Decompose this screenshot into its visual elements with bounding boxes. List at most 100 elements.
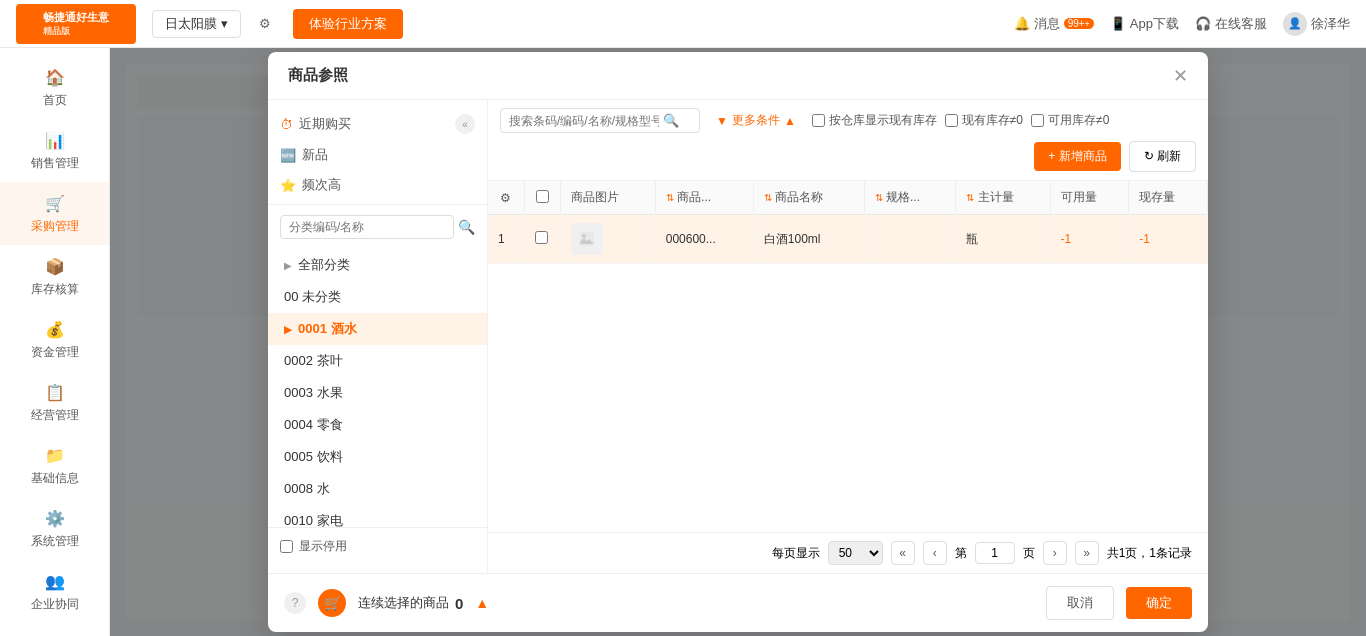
help-btn[interactable]: ? — [284, 592, 306, 614]
recent-purchase-nav[interactable]: ⏱ 近期购买 « — [268, 108, 487, 140]
sidebar-item-finance[interactable]: 💰 资金管理 — [0, 308, 109, 371]
divider — [268, 204, 487, 205]
sidebar-item-label: 系统管理 — [31, 533, 79, 550]
total-info: 共1页，1条记录 — [1107, 545, 1192, 562]
page-size-select[interactable]: 50 100 200 — [828, 541, 883, 565]
category-0010[interactable]: 0010 家电 — [268, 505, 487, 527]
selected-count-section: 连续选择的商品 0 — [358, 594, 463, 612]
td-unit: 瓶 — [956, 215, 1050, 264]
collapse-footer-btn[interactable]: ▲ — [475, 595, 489, 611]
sidebar-item-system[interactable]: ⚙️ 系统管理 — [0, 497, 109, 560]
modal-header: 商品参照 ✕ — [268, 52, 1208, 100]
selected-count-badge: 0 — [455, 595, 463, 612]
category-search-icon[interactable]: 🔍 — [458, 219, 475, 235]
search-icon[interactable]: 🔍 — [663, 113, 679, 128]
display-stopped-section: 显示停用 — [268, 527, 487, 565]
modal-overlay: 商品参照 ✕ ⏱ 近期购买 « 🆕 新品 — [110, 48, 1366, 636]
td-available: -1 — [1050, 215, 1129, 264]
first-page-btn[interactable]: « — [891, 541, 915, 565]
pagination: 每页显示 50 100 200 « ‹ 第 页 › — [488, 532, 1208, 573]
sidebar-item-purchase[interactable]: 🛒 采购管理 — [0, 182, 109, 245]
basic-info-icon: 📁 — [44, 444, 66, 466]
td-stock: -1 — [1129, 215, 1208, 264]
sidebar-item-home[interactable]: 🏠 首页 — [0, 56, 109, 119]
sidebar-item-inventory[interactable]: 📦 库存核算 — [0, 245, 109, 308]
product-table-container: ⚙ 商品图片 ⇅ — [488, 181, 1208, 532]
notifications-btn[interactable]: 🔔 消息 99++ — [1014, 15, 1094, 33]
refresh-btn[interactable]: ↻ 刷新 — [1129, 141, 1196, 172]
th-spec[interactable]: ⇅ 规格... — [864, 181, 956, 215]
sort-name-icon: ⇅ — [764, 192, 772, 203]
sidebar-item-sales[interactable]: 📊 销售管理 — [0, 119, 109, 182]
collapse-left-btn[interactable]: « — [455, 114, 475, 134]
product-search-input[interactable] — [509, 114, 659, 128]
td-spec — [864, 215, 956, 264]
th-code[interactable]: ⇅ 商品... — [655, 181, 753, 215]
arrow-active-icon: ▶ — [284, 324, 292, 335]
experience-btn[interactable]: 体验行业方案 — [293, 9, 403, 39]
sidebar-item-label: 基础信息 — [31, 470, 79, 487]
page-number-input[interactable] — [975, 542, 1015, 564]
th-settings[interactable]: ⚙ — [488, 181, 524, 215]
product-reference-modal: 商品参照 ✕ ⏱ 近期购买 « 🆕 新品 — [268, 52, 1208, 632]
category-0005[interactable]: 0005 饮料 — [268, 441, 487, 473]
sidebar-item-operations[interactable]: 📋 经营管理 — [0, 371, 109, 434]
cart-btn[interactable]: 🛒 — [318, 589, 346, 617]
filter-icon: ▼ — [716, 114, 728, 128]
sidebar-item-label: 销售管理 — [31, 155, 79, 172]
chevron-up-icon: ▲ — [784, 114, 796, 128]
product-thumbnail — [571, 223, 603, 255]
sidebar-item-enterprise[interactable]: 👥 企业协同 — [0, 560, 109, 623]
category-0001[interactable]: ▶ 0001 酒水 — [268, 313, 487, 345]
cancel-btn[interactable]: 取消 — [1046, 586, 1114, 620]
td-image — [560, 215, 655, 264]
settings-icon[interactable]: ⚙ — [249, 8, 281, 40]
available-stock-checkbox[interactable] — [945, 114, 958, 127]
table-header-row: ⚙ 商品图片 ⇅ — [488, 181, 1208, 215]
store-dropdown[interactable]: 日太阳膜 ▾ — [152, 10, 241, 38]
page-label: 第 — [955, 545, 967, 562]
category-0003[interactable]: 0003 水果 — [268, 377, 487, 409]
select-all-checkbox[interactable] — [536, 190, 549, 203]
sidebar-item-label: 库存核算 — [31, 281, 79, 298]
th-image: 商品图片 — [560, 181, 655, 215]
sidebar-item-label: 首页 — [43, 92, 67, 109]
warehouse-checkbox[interactable] — [812, 114, 825, 127]
navbar: 畅捷通好生意 精品版 日太阳膜 ▾ ⚙ 体验行业方案 🔔 消息 99++ 📱 A… — [0, 0, 1366, 48]
add-product-btn[interactable]: + 新增商品 — [1034, 142, 1120, 171]
online-support-btn[interactable]: 🎧 在线客服 — [1195, 15, 1267, 33]
category-0008[interactable]: 0008 水 — [268, 473, 487, 505]
next-page-btn[interactable]: › — [1043, 541, 1067, 565]
sidebar-item-basic-info[interactable]: 📁 基础信息 — [0, 434, 109, 497]
purchase-icon: 🛒 — [44, 192, 66, 214]
navbar-right: 🔔 消息 99++ 📱 App下载 🎧 在线客服 👤 徐泽华 — [1014, 12, 1350, 36]
avatar-icon: 👤 — [1283, 12, 1307, 36]
modal-close-btn[interactable]: ✕ — [1173, 67, 1188, 85]
usable-stock-checkbox[interactable] — [1031, 114, 1044, 127]
display-stopped-checkbox[interactable] — [280, 540, 293, 553]
category-all[interactable]: ▶ 全部分类 — [268, 249, 487, 281]
product-search-box: 🔍 — [500, 108, 700, 133]
sidebar-item-label: 经营管理 — [31, 407, 79, 424]
th-unit[interactable]: ⇅ 主计量 — [956, 181, 1050, 215]
mobile-icon: 📱 — [1110, 16, 1126, 31]
new-product-nav[interactable]: 🆕 新品 — [268, 140, 487, 170]
row-checkbox[interactable] — [535, 231, 548, 244]
user-menu[interactable]: 👤 徐泽华 — [1283, 12, 1350, 36]
confirm-btn[interactable]: 确定 — [1126, 587, 1192, 619]
warehouse-checkbox-group: 按仓库显示现有库存 — [812, 112, 937, 129]
prev-page-btn[interactable]: ‹ — [923, 541, 947, 565]
last-page-btn[interactable]: » — [1075, 541, 1099, 565]
category-0002[interactable]: 0002 茶叶 — [268, 345, 487, 377]
category-search-input[interactable] — [280, 215, 454, 239]
sidebar-item-guide[interactable]: 🚀 新手引导 — [0, 623, 109, 636]
category-0004[interactable]: 0004 零食 — [268, 409, 487, 441]
table-row[interactable]: 1 — [488, 215, 1208, 264]
app-download-btn[interactable]: 📱 App下载 — [1110, 15, 1179, 33]
th-name[interactable]: ⇅ 商品名称 — [753, 181, 864, 215]
high-freq-nav[interactable]: ⭐ 频次高 — [268, 170, 487, 200]
td-index: 1 — [488, 215, 524, 264]
category-00[interactable]: 00 未分类 — [268, 281, 487, 313]
filter-btn[interactable]: ▼ 更多条件 ▲ — [708, 108, 804, 133]
sort-spec-icon: ⇅ — [875, 192, 883, 203]
